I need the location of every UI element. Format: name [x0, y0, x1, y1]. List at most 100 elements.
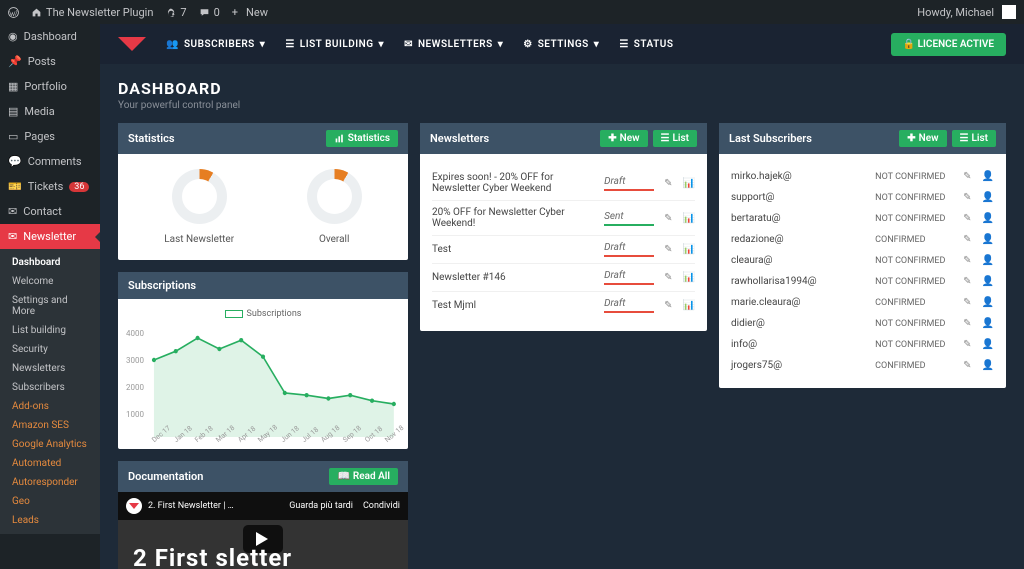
wp-menu-posts[interactable]: 📌Posts [0, 49, 100, 74]
subscriber-row: cleaura@NOT CONFIRMED✎👤 [731, 250, 994, 271]
subscriber-status: NOT CONFIRMED [875, 277, 963, 287]
nav-icon: ☰ [285, 39, 294, 50]
wp-submenu-leads[interactable]: Leads [0, 511, 100, 530]
wp-admin-bar: The Newsletter Plugin 7 0 +New Howdy, Mi… [0, 0, 1024, 24]
stats-icon[interactable]: 📊 [683, 178, 695, 189]
edit-icon[interactable]: ✎ [963, 255, 971, 266]
page-subtitle: Your powerful control panel [118, 100, 1006, 111]
read-all-button[interactable]: 📖 Read All [329, 468, 398, 485]
stats-icon[interactable]: 📊 [683, 300, 695, 311]
subscriber-status: NOT CONFIRMED [875, 319, 963, 329]
site-home-link[interactable]: The Newsletter Plugin [31, 6, 153, 19]
last-subscribers-panel: Last Subscribers ✚ New ☰ List mirko.haje… [719, 123, 1006, 388]
user-icon[interactable]: 👤 [982, 255, 994, 266]
edit-icon[interactable]: ✎ [664, 178, 672, 189]
wp-menu-dashboard[interactable]: ◉Dashboard [0, 24, 100, 49]
user-icon[interactable]: 👤 [982, 318, 994, 329]
nav-icon: ☰ [619, 39, 628, 50]
user-icon[interactable]: 👤 [982, 234, 994, 245]
subscriber-email: didier@ [731, 318, 875, 329]
wp-submenu-amazon-ses[interactable]: Amazon SES [0, 416, 100, 435]
chevron-down-icon: ▾ [379, 39, 385, 50]
edit-icon[interactable]: ✎ [664, 244, 672, 255]
newsletter-title: Test Mjml [432, 300, 604, 311]
donut-label: Last Newsletter [164, 234, 234, 245]
updates-link[interactable]: 7 [165, 6, 186, 19]
user-icon[interactable]: 👤 [982, 339, 994, 350]
mail-icon: ✉ [8, 205, 17, 218]
wp-menu-newsletter[interactable]: ✉Newsletter [0, 224, 100, 249]
new-content-link[interactable]: +New [232, 6, 268, 19]
wp-menu-portfolio[interactable]: ▦Portfolio [0, 74, 100, 99]
edit-icon[interactable]: ✎ [664, 213, 672, 224]
plugin-nav-status[interactable]: ☰STATUS [619, 39, 673, 50]
comments-link[interactable]: 0 [199, 6, 220, 19]
subscriber-email: bertaratu@ [731, 213, 875, 224]
wp-submenu-add-ons[interactable]: Add-ons [0, 397, 100, 416]
wp-submenu-security[interactable]: Security [0, 340, 100, 359]
edit-icon[interactable]: ✎ [963, 276, 971, 287]
wp-submenu-subscribers[interactable]: Subscribers [0, 378, 100, 397]
subscriber-status: CONFIRMED [875, 361, 963, 371]
subscribers-new-button[interactable]: ✚ New [899, 130, 946, 147]
wp-submenu-newsletters[interactable]: Newsletters [0, 359, 100, 378]
share-label[interactable]: Condividi [363, 501, 400, 511]
user-icon[interactable]: 👤 [982, 297, 994, 308]
edit-icon[interactable]: ✎ [664, 300, 672, 311]
subscribers-list-button[interactable]: ☰ List [952, 130, 996, 147]
wp-submenu-google-analytics[interactable]: Google Analytics [0, 435, 100, 454]
plugin-nav-newsletters[interactable]: ✉NEWSLETTERS ▾ [404, 39, 503, 50]
wp-submenu-list-building[interactable]: List building [0, 321, 100, 340]
page-title: DASHBOARD [118, 79, 1006, 98]
user-icon[interactable]: 👤 [982, 171, 994, 182]
wp-submenu-settings-and-more[interactable]: Settings and More [0, 291, 100, 321]
user-icon[interactable]: 👤 [982, 192, 994, 203]
howdy-user[interactable]: Howdy, Michael [917, 5, 1016, 19]
stats-icon[interactable]: 📊 [683, 244, 695, 255]
newsletters-new-button[interactable]: ✚ New [600, 130, 647, 147]
newsletter-title: Test [432, 244, 604, 255]
edit-icon[interactable]: ✎ [963, 318, 971, 329]
newsletters-list-button[interactable]: ☰ List [653, 130, 697, 147]
edit-icon[interactable]: ✎ [963, 297, 971, 308]
chart-y-axis: 4000300020001000 [126, 329, 144, 419]
watch-later-label[interactable]: Guarda più tardi [289, 501, 353, 511]
wp-menu-contact[interactable]: ✉Contact [0, 199, 100, 224]
wp-menu-media[interactable]: ▤Media [0, 99, 100, 124]
wp-submenu-welcome[interactable]: Welcome [0, 272, 100, 291]
subscriber-status: CONFIRMED [875, 298, 963, 308]
nav-icon: ✉ [404, 39, 413, 50]
edit-icon[interactable]: ✎ [963, 339, 971, 350]
wp-menu-pages[interactable]: ▭Pages [0, 124, 100, 149]
licence-active-button[interactable]: 🔒 LICENCE ACTIVE [891, 33, 1006, 56]
wp-submenu-automated[interactable]: Automated [0, 454, 100, 473]
subscriber-row: rawhollarisa1994@NOT CONFIRMED✎👤 [731, 271, 994, 292]
plugin-logo-icon [118, 37, 146, 51]
plugin-nav-list-building[interactable]: ☰LIST BUILDING ▾ [285, 39, 384, 50]
stats-icon[interactable]: 📊 [683, 213, 695, 224]
subscriber-row: mirko.hajek@NOT CONFIRMED✎👤 [731, 166, 994, 187]
edit-icon[interactable]: ✎ [963, 192, 971, 203]
edit-icon[interactable]: ✎ [963, 171, 971, 182]
user-icon[interactable]: 👤 [982, 276, 994, 287]
stats-icon[interactable]: 📊 [683, 272, 695, 283]
newsletters-panel: Newsletters ✚ New ☰ List Expires soon! -… [420, 123, 707, 331]
wp-submenu-dashboard[interactable]: Dashboard [0, 253, 100, 272]
plugin-nav-subscribers[interactable]: 👥SUBSCRIBERS ▾ [166, 39, 265, 50]
statistics-button[interactable]: Statistics [326, 130, 398, 147]
documentation-video[interactable]: 2. First Newsletter | … Guarda più tardi… [118, 492, 408, 569]
envelope-icon: ✉ [8, 230, 17, 243]
plugin-nav-settings[interactable]: ⚙SETTINGS ▾ [523, 39, 599, 50]
wp-submenu-geo[interactable]: Geo [0, 492, 100, 511]
wp-menu-tickets[interactable]: 🎫Tickets36 [0, 174, 100, 199]
user-icon[interactable]: 👤 [982, 360, 994, 371]
edit-icon[interactable]: ✎ [963, 213, 971, 224]
wp-menu-comments[interactable]: 💬Comments [0, 149, 100, 174]
wp-submenu-autoresponder[interactable]: Autoresponder [0, 473, 100, 492]
edit-icon[interactable]: ✎ [963, 234, 971, 245]
wp-logo[interactable] [8, 7, 19, 18]
statistics-header: Statistics [128, 132, 174, 145]
edit-icon[interactable]: ✎ [664, 272, 672, 283]
edit-icon[interactable]: ✎ [963, 360, 971, 371]
user-icon[interactable]: 👤 [982, 213, 994, 224]
